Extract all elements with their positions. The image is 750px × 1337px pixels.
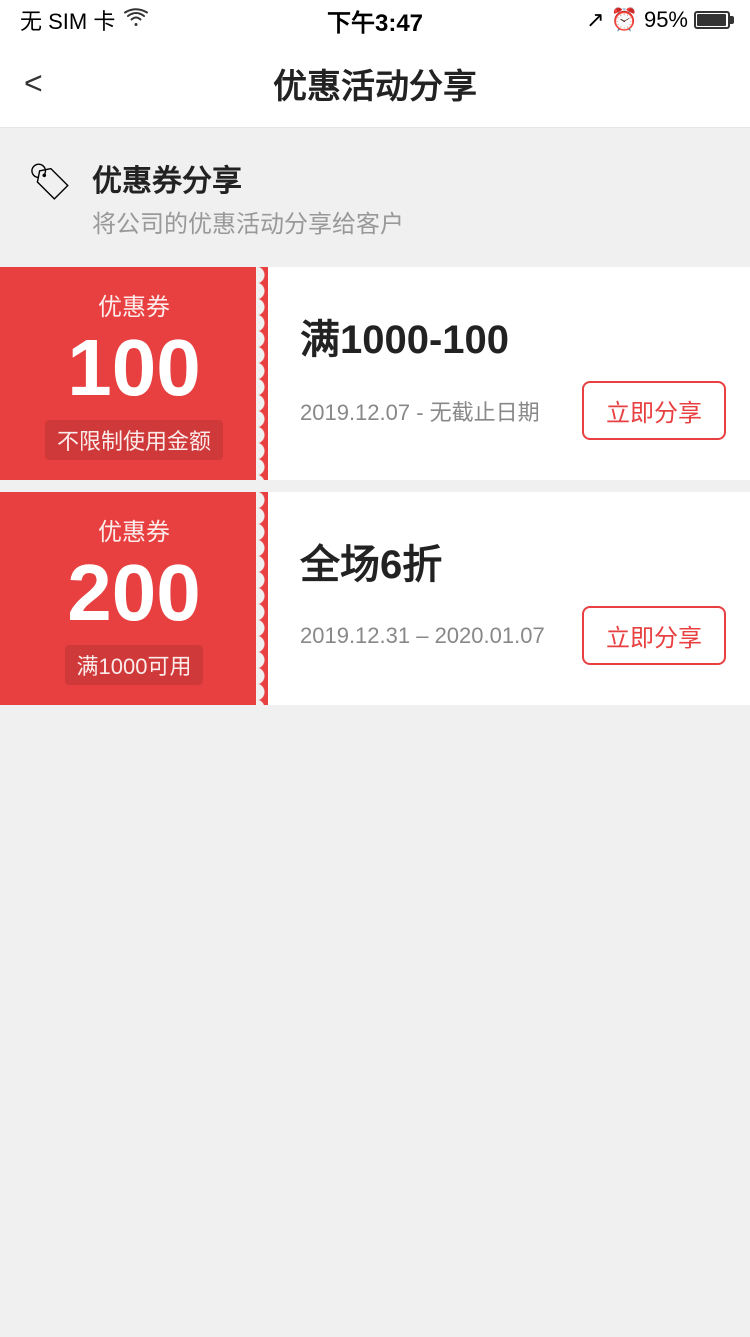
- back-button[interactable]: <: [24, 65, 43, 102]
- coupon-condition: 不限制使用金额: [45, 420, 223, 460]
- status-time: 下午3:47: [327, 3, 423, 38]
- coupon-card: 优惠券 100 不限制使用金额 满1000-100 2019.12.07 - 无…: [0, 267, 750, 480]
- coupon-right: 全场6折 2019.12.31 – 2020.01.07 立即分享: [276, 492, 750, 705]
- alarm-icon: ⏰: [611, 7, 638, 33]
- coupons-list: 优惠券 100 不限制使用金额 满1000-100 2019.12.07 - 无…: [0, 267, 750, 737]
- section-title: 优惠券分享: [92, 156, 726, 200]
- coupon-left: 优惠券 200 满1000可用: [0, 492, 268, 705]
- share-button[interactable]: 立即分享: [582, 606, 726, 665]
- status-right: ↗ ⏰ 95%: [586, 7, 730, 33]
- empty-area: [0, 737, 750, 1337]
- wifi-icon: [123, 7, 149, 33]
- section-info: 优惠券分享 将公司的优惠活动分享给客户: [92, 156, 726, 239]
- coupon-condition: 满1000可用: [65, 645, 204, 685]
- coupon-title: 满1000-100: [300, 307, 726, 365]
- coupon-footer: 2019.12.31 – 2020.01.07 立即分享: [300, 606, 726, 665]
- coupon-amount: 200: [67, 553, 200, 633]
- coupon-right: 满1000-100 2019.12.07 - 无截止日期 立即分享: [276, 267, 750, 480]
- coupon-type-label: 优惠券: [98, 287, 170, 322]
- coupon-title: 全场6折: [300, 532, 726, 590]
- coupon-date: 2019.12.31 – 2020.01.07: [300, 623, 570, 649]
- status-bar: 无 SIM 卡 下午3:47 ↗ ⏰ 95%: [0, 0, 750, 40]
- coupon-share-icon: 🏷: [24, 156, 76, 208]
- battery-icon: [694, 11, 730, 29]
- battery-percent: 95%: [644, 7, 688, 33]
- section-subtitle: 将公司的优惠活动分享给客户: [92, 204, 726, 239]
- coupon-amount: 100: [67, 328, 200, 408]
- share-button[interactable]: 立即分享: [582, 381, 726, 440]
- coupon-date: 2019.12.07 - 无截止日期: [300, 395, 570, 427]
- nav-bar: < 优惠活动分享: [0, 40, 750, 128]
- coupon-left: 优惠券 100 不限制使用金额: [0, 267, 268, 480]
- coupon-type-label: 优惠券: [98, 512, 170, 547]
- section-header: 🏷 优惠券分享 将公司的优惠活动分享给客户: [0, 128, 750, 255]
- status-left: 无 SIM 卡: [20, 4, 149, 36]
- location-icon: ↗: [586, 7, 604, 33]
- coupon-footer: 2019.12.07 - 无截止日期 立即分享: [300, 381, 726, 440]
- page-title: 优惠活动分享: [273, 59, 477, 108]
- coupon-card: 优惠券 200 满1000可用 全场6折 2019.12.31 – 2020.0…: [0, 492, 750, 705]
- carrier-text: 无 SIM 卡: [20, 4, 115, 36]
